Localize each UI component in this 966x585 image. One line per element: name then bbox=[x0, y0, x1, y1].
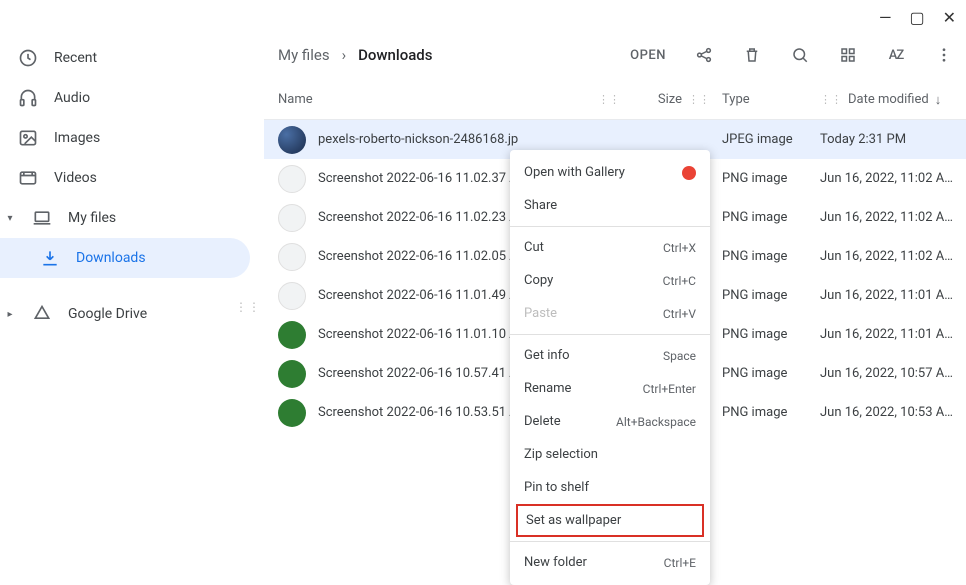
chevron-down-icon: ▾ bbox=[4, 213, 16, 224]
file-thumbnail bbox=[278, 282, 306, 310]
video-icon bbox=[18, 168, 38, 188]
file-thumbnail bbox=[278, 243, 306, 271]
header-name[interactable]: Name bbox=[278, 92, 313, 107]
sidebar-item-audio[interactable]: Audio bbox=[0, 78, 250, 118]
more-icon[interactable] bbox=[934, 45, 954, 65]
grid-view-icon[interactable] bbox=[838, 45, 858, 65]
context-menu: Open with Gallery Share CutCtrl+X CopyCt… bbox=[510, 150, 710, 585]
headphones-icon bbox=[18, 88, 38, 108]
file-thumbnail bbox=[278, 399, 306, 427]
file-thumbnail bbox=[278, 126, 306, 154]
file-type: PNG image bbox=[710, 327, 820, 342]
sidebar-item-videos[interactable]: Videos bbox=[0, 158, 250, 198]
window-controls: — ▢ ✕ bbox=[879, 8, 956, 27]
file-type: PNG image bbox=[710, 366, 820, 381]
file-type: PNG image bbox=[710, 288, 820, 303]
sidebar-item-myfiles[interactable]: ▾ My files bbox=[0, 198, 250, 238]
menu-share[interactable]: Share bbox=[510, 189, 710, 222]
file-type: PNG image bbox=[710, 171, 820, 186]
maximize-button[interactable]: ▢ bbox=[909, 8, 924, 27]
file-type: PNG image bbox=[710, 210, 820, 225]
menu-delete[interactable]: DeleteAlt+Backspace bbox=[510, 405, 710, 438]
sidebar-item-images[interactable]: Images bbox=[0, 118, 250, 158]
menu-zip[interactable]: Zip selection bbox=[510, 438, 710, 471]
menu-open-gallery[interactable]: Open with Gallery bbox=[510, 156, 710, 189]
open-button[interactable]: OPEN bbox=[630, 48, 666, 63]
breadcrumb: My files › Downloads bbox=[278, 46, 630, 64]
sidebar-item-recent[interactable]: Recent bbox=[0, 38, 250, 78]
column-resize-handle[interactable]: ⋮⋮ bbox=[688, 93, 710, 106]
search-icon[interactable] bbox=[790, 45, 810, 65]
file-thumbnail bbox=[278, 360, 306, 388]
menu-pin[interactable]: Pin to shelf bbox=[510, 471, 710, 504]
file-type: JPEG image bbox=[710, 132, 820, 147]
file-thumbnail bbox=[278, 321, 306, 349]
column-resize-handle[interactable]: ⋮⋮ bbox=[598, 93, 620, 106]
sidebar-item-label: Images bbox=[54, 130, 100, 146]
drive-icon bbox=[32, 304, 52, 324]
menu-set-wallpaper[interactable]: Set as wallpaper bbox=[516, 504, 704, 537]
file-date: Jun 16, 2022, 11:02 A… bbox=[820, 249, 958, 264]
file-thumbnail bbox=[278, 204, 306, 232]
header-date[interactable]: Date modified bbox=[848, 92, 929, 107]
sidebar-resize-handle[interactable]: ⋮⋮ bbox=[235, 300, 261, 314]
share-icon[interactable] bbox=[694, 45, 714, 65]
sidebar-item-label: Audio bbox=[54, 90, 90, 106]
file-date: Jun 16, 2022, 10:57 A… bbox=[820, 366, 958, 381]
minimize-button[interactable]: — bbox=[879, 8, 892, 27]
sidebar-item-googledrive[interactable]: ▸ Google Drive bbox=[0, 294, 250, 334]
sidebar-item-downloads[interactable]: Downloads bbox=[0, 238, 250, 278]
sidebar-item-label: My files bbox=[68, 210, 116, 226]
file-date: Jun 16, 2022, 11:02 A… bbox=[820, 171, 958, 186]
file-date: Jun 16, 2022, 11:01 A… bbox=[820, 327, 958, 342]
file-date: Jun 16, 2022, 11:01 A… bbox=[820, 288, 958, 303]
file-type: PNG image bbox=[710, 249, 820, 264]
header-size[interactable]: Size bbox=[658, 92, 682, 107]
menu-rename[interactable]: RenameCtrl+Enter bbox=[510, 372, 710, 405]
menu-copy[interactable]: CopyCtrl+C bbox=[510, 264, 710, 297]
delete-icon[interactable] bbox=[742, 45, 762, 65]
clock-icon bbox=[18, 48, 38, 68]
sort-arrow-down-icon: ↓ bbox=[935, 92, 942, 108]
file-type: PNG image bbox=[710, 405, 820, 420]
close-button[interactable]: ✕ bbox=[943, 8, 956, 27]
menu-paste: PasteCtrl+V bbox=[510, 297, 710, 330]
menu-newfolder[interactable]: New folderCtrl+E bbox=[510, 546, 710, 579]
menu-getinfo[interactable]: Get infoSpace bbox=[510, 339, 710, 372]
header-type[interactable]: Type bbox=[722, 92, 750, 107]
file-date: Today 2:31 PM bbox=[820, 132, 958, 147]
sidebar-item-label: Recent bbox=[54, 50, 97, 66]
download-icon bbox=[40, 248, 60, 268]
sidebar-item-label: Videos bbox=[54, 170, 97, 186]
app-badge-icon bbox=[682, 166, 696, 180]
menu-separator bbox=[510, 334, 710, 335]
sidebar-item-label: Google Drive bbox=[68, 306, 147, 322]
column-resize-handle[interactable]: ⋮⋮ bbox=[820, 93, 842, 106]
column-headers: Name ⋮⋮ Size ⋮⋮ Type ⋮⋮ Date modified ↓ bbox=[264, 80, 966, 120]
file-name: pexels-roberto-nickson-2486168.jp bbox=[318, 132, 640, 147]
menu-separator bbox=[510, 541, 710, 542]
sort-button[interactable]: AZ bbox=[886, 45, 906, 65]
chevron-right-icon: › bbox=[342, 46, 347, 64]
chevron-right-icon: ▸ bbox=[4, 309, 16, 320]
breadcrumb-parent[interactable]: My files bbox=[278, 46, 330, 64]
image-icon bbox=[18, 128, 38, 148]
file-date: Jun 16, 2022, 11:02 A… bbox=[820, 210, 958, 225]
breadcrumb-current: Downloads bbox=[358, 46, 432, 64]
menu-cut[interactable]: CutCtrl+X bbox=[510, 231, 710, 264]
sidebar-item-label: Downloads bbox=[76, 250, 146, 266]
menu-separator bbox=[510, 226, 710, 227]
file-date: Jun 16, 2022, 10:53 A… bbox=[820, 405, 958, 420]
sidebar: Recent Audio Images Videos ▾ My files Do… bbox=[0, 30, 250, 342]
laptop-icon bbox=[32, 208, 52, 228]
toolbar: My files › Downloads OPEN AZ bbox=[264, 30, 966, 80]
file-thumbnail bbox=[278, 165, 306, 193]
